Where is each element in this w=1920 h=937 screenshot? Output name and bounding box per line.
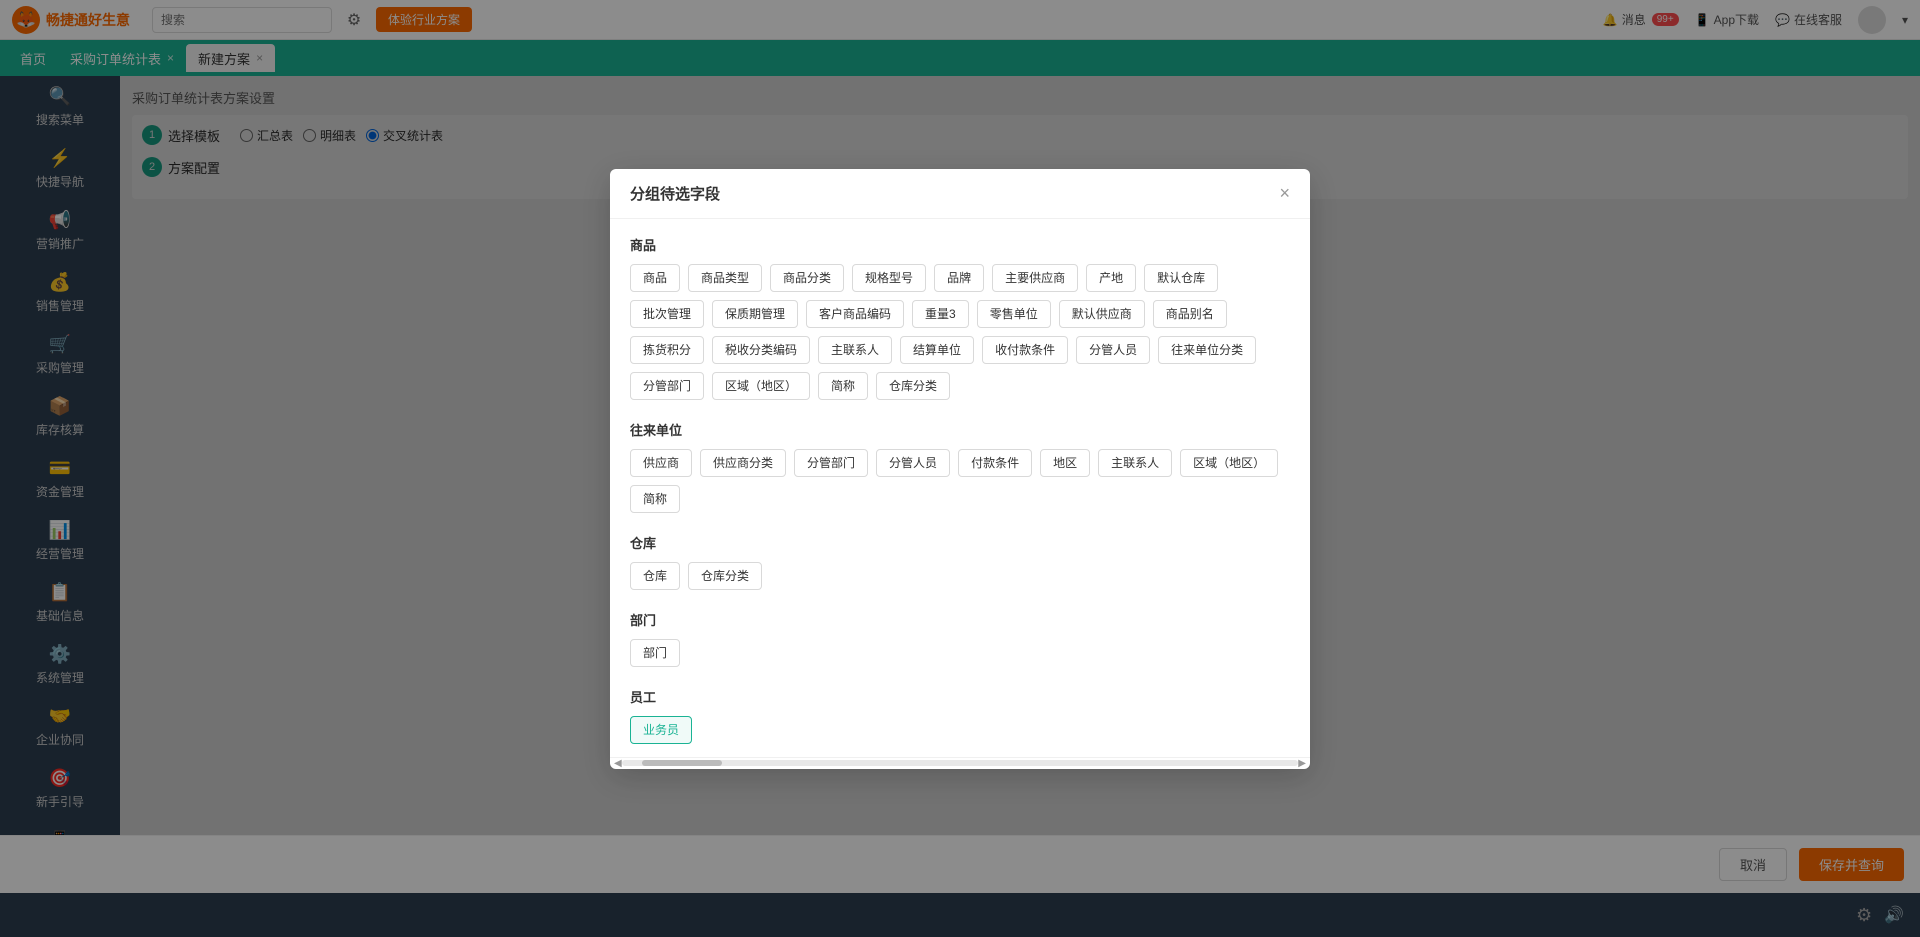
scroll-thumb bbox=[642, 760, 722, 766]
field-tag-dept-name[interactable]: 部门 bbox=[630, 639, 680, 667]
section-title-employee: 员工 bbox=[630, 687, 1290, 706]
field-tag-goods-default-warehouse[interactable]: 默认仓库 bbox=[1144, 264, 1218, 292]
field-tag-partner-dept[interactable]: 分管部门 bbox=[794, 449, 868, 477]
field-tags-employee: 业务员 bbox=[630, 716, 1290, 744]
field-tags-goods: 商品商品类型商品分类规格型号品牌主要供应商产地默认仓库批次管理保质期管理客户商品… bbox=[630, 264, 1290, 400]
field-tag-emp-salesperson[interactable]: 业务员 bbox=[630, 716, 692, 744]
section-title-partner: 往来单位 bbox=[630, 420, 1290, 439]
field-tag-goods-supplier[interactable]: 主要供应商 bbox=[992, 264, 1078, 292]
field-tag-goods-warehouse-category[interactable]: 仓库分类 bbox=[876, 372, 950, 400]
modal-close-button[interactable]: × bbox=[1279, 184, 1290, 202]
field-tag-goods-region[interactable]: 区域（地区） bbox=[712, 372, 810, 400]
field-tag-goods-weight[interactable]: 重量3 bbox=[912, 300, 969, 328]
field-tag-goods-default-supplier[interactable]: 默认供应商 bbox=[1059, 300, 1145, 328]
field-tag-partner-payment[interactable]: 付款条件 bbox=[958, 449, 1032, 477]
modal-header: 分组待选字段 × bbox=[610, 169, 1310, 219]
section-employee: 员工业务员 bbox=[630, 687, 1290, 744]
field-tag-goods-settle-unit[interactable]: 结算单位 bbox=[900, 336, 974, 364]
field-tag-partner-supplier-category[interactable]: 供应商分类 bbox=[700, 449, 786, 477]
field-tags-warehouse: 仓库仓库分类 bbox=[630, 562, 1290, 590]
field-tag-goods-batch[interactable]: 批次管理 bbox=[630, 300, 704, 328]
scroll-right-arrow[interactable]: ▶ bbox=[1298, 758, 1306, 769]
field-tag-goods-customer-code[interactable]: 客户商品编码 bbox=[806, 300, 904, 328]
field-tag-warehouse-category[interactable]: 仓库分类 bbox=[688, 562, 762, 590]
field-tag-goods-origin[interactable]: 产地 bbox=[1086, 264, 1136, 292]
modal-overlay: 分组待选字段 × 商品商品商品类型商品分类规格型号品牌主要供应商产地默认仓库批次… bbox=[0, 0, 1920, 937]
field-tag-goods-name[interactable]: 商品 bbox=[630, 264, 680, 292]
section-department: 部门部门 bbox=[630, 610, 1290, 667]
section-title-goods: 商品 bbox=[630, 235, 1290, 254]
field-tag-goods-brand[interactable]: 品牌 bbox=[934, 264, 984, 292]
field-tag-goods-expiry[interactable]: 保质期管理 bbox=[712, 300, 798, 328]
field-tag-goods-retail-unit[interactable]: 零售单位 bbox=[977, 300, 1051, 328]
field-tag-goods-contact[interactable]: 主联系人 bbox=[818, 336, 892, 364]
field-tag-goods-payment[interactable]: 收付款条件 bbox=[982, 336, 1068, 364]
field-tag-goods-manager[interactable]: 分管人员 bbox=[1076, 336, 1150, 364]
modal-body[interactable]: 商品商品商品类型商品分类规格型号品牌主要供应商产地默认仓库批次管理保质期管理客户… bbox=[610, 219, 1310, 757]
field-tag-warehouse-name[interactable]: 仓库 bbox=[630, 562, 680, 590]
field-tag-goods-alias[interactable]: 商品别名 bbox=[1153, 300, 1227, 328]
section-goods: 商品商品商品类型商品分类规格型号品牌主要供应商产地默认仓库批次管理保质期管理客户… bbox=[630, 235, 1290, 400]
field-tag-goods-dept[interactable]: 分管部门 bbox=[630, 372, 704, 400]
field-tag-goods-unit-category[interactable]: 往来单位分类 bbox=[1158, 336, 1256, 364]
field-tag-goods-category[interactable]: 商品分类 bbox=[770, 264, 844, 292]
field-tags-department: 部门 bbox=[630, 639, 1290, 667]
field-tags-partner: 供应商供应商分类分管部门分管人员付款条件地区主联系人区域（地区） 简称 bbox=[630, 449, 1290, 513]
field-tag-partner-contact[interactable]: 主联系人 bbox=[1098, 449, 1172, 477]
field-tag-partner-supplier[interactable]: 供应商 bbox=[630, 449, 692, 477]
field-tag-partner-region[interactable]: 地区 bbox=[1040, 449, 1090, 477]
horizontal-scrollbar[interactable]: ◀ ▶ bbox=[610, 757, 1310, 769]
scroll-left-arrow[interactable]: ◀ bbox=[614, 758, 622, 769]
field-tag-partner-area[interactable]: 区域（地区） bbox=[1180, 449, 1278, 477]
field-tag-goods-pick-score[interactable]: 拣货积分 bbox=[630, 336, 704, 364]
section-title-warehouse: 仓库 bbox=[630, 533, 1290, 552]
scroll-track bbox=[622, 760, 1299, 766]
field-tag-partner-manager[interactable]: 分管人员 bbox=[876, 449, 950, 477]
field-tag-goods-short-name[interactable]: 简称 bbox=[818, 372, 868, 400]
section-title-department: 部门 bbox=[630, 610, 1290, 629]
field-tag-goods-tax-code[interactable]: 税收分类编码 bbox=[712, 336, 810, 364]
section-warehouse: 仓库仓库仓库分类 bbox=[630, 533, 1290, 590]
field-tag-goods-type[interactable]: 商品类型 bbox=[688, 264, 762, 292]
section-partner: 往来单位供应商供应商分类分管部门分管人员付款条件地区主联系人区域（地区） 简称 bbox=[630, 420, 1290, 513]
field-selection-modal: 分组待选字段 × 商品商品商品类型商品分类规格型号品牌主要供应商产地默认仓库批次… bbox=[610, 169, 1310, 769]
field-tag-partner-short-name[interactable]: 简称 bbox=[630, 485, 680, 513]
field-tag-goods-spec[interactable]: 规格型号 bbox=[852, 264, 926, 292]
modal-title: 分组待选字段 bbox=[630, 183, 720, 204]
